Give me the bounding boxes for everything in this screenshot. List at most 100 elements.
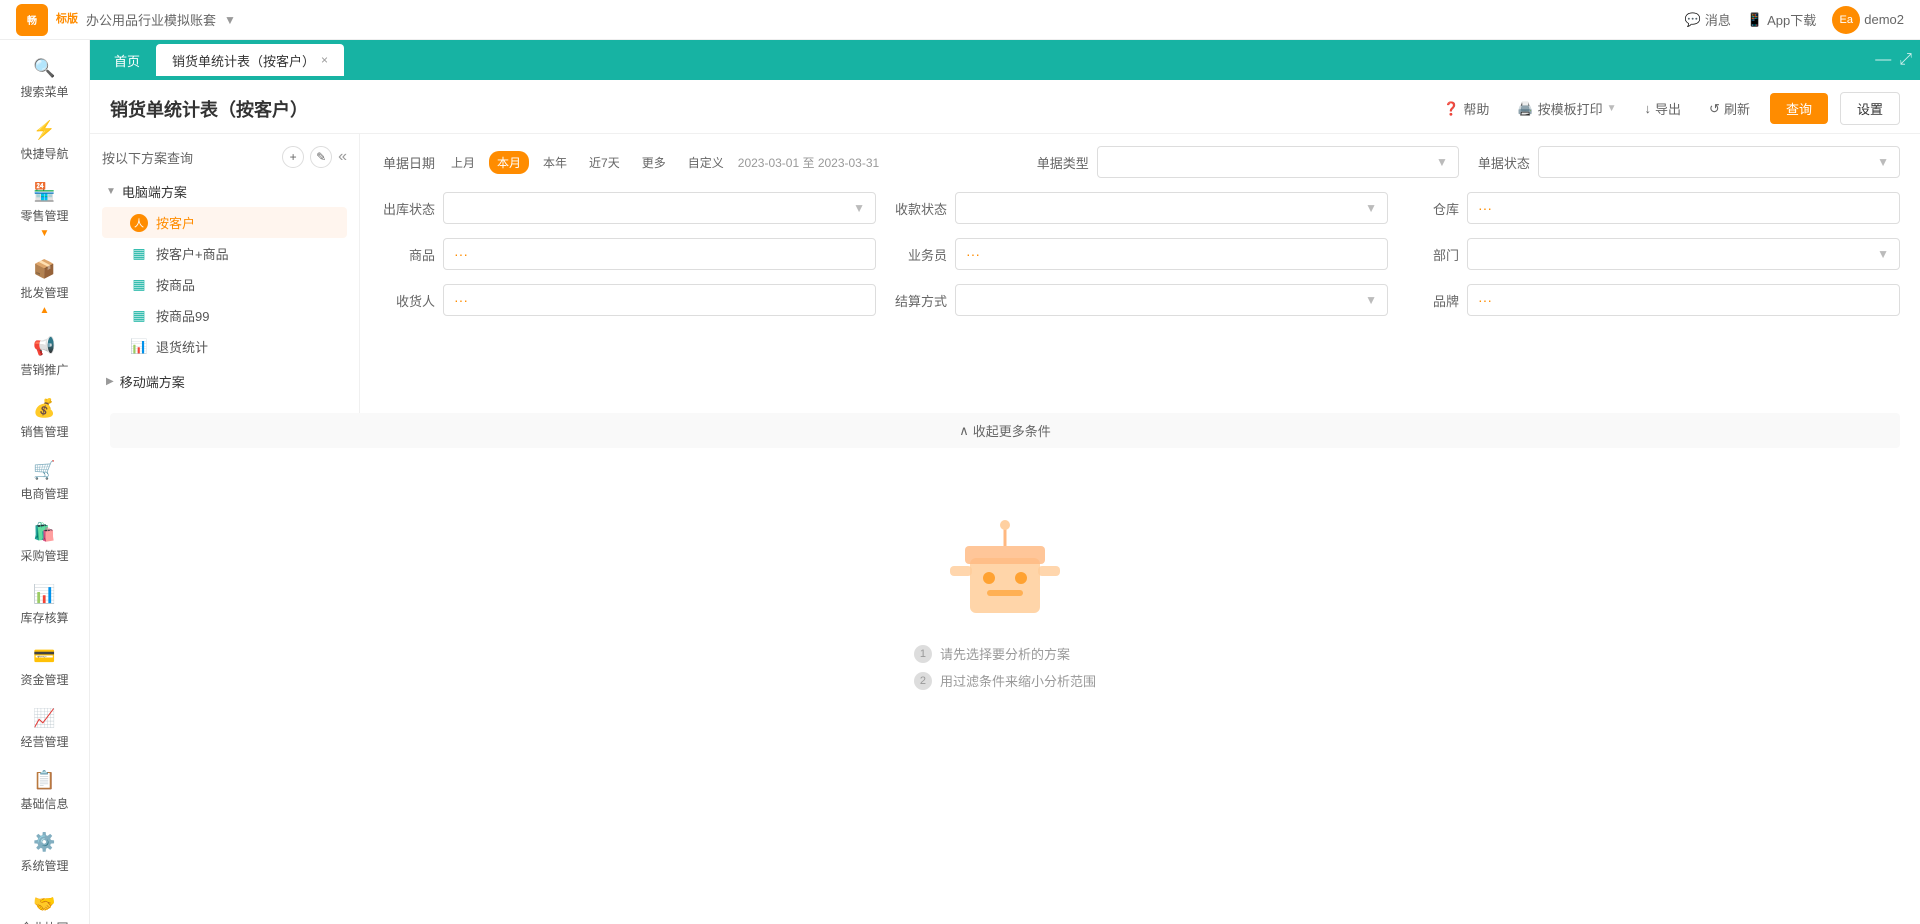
empty-state: 1 请先选择要分析的方案 2 用过滤条件来缩小分析范围 (90, 448, 1920, 750)
filter-right-panel: 单据日期 上月 本月 本年 近7天 更多 自定义 (360, 134, 1920, 413)
department-select[interactable]: ▼ (1467, 238, 1900, 270)
wholesale-icon: 📦 (33, 259, 55, 280)
desktop-group-arrow: ▼ (106, 186, 116, 197)
marketing-icon: 📢 (33, 336, 55, 357)
refresh-icon: ↺ (1709, 101, 1720, 117)
scheme-item-by-customer[interactable]: 人 按客户 (102, 207, 347, 238)
top-bar-left: 畅 标版 办公用品行业模拟账套 ▼ (16, 4, 236, 36)
scheme-collapse-btn[interactable]: « (338, 146, 347, 168)
date-btn-this-month[interactable]: 本月 (489, 151, 529, 174)
message-icon: 💬 (1685, 12, 1701, 28)
app-download-btn[interactable]: 📱 App下载 (1747, 10, 1816, 29)
scheme-icon-customer-product: ▦ (130, 245, 148, 262)
brand-label: 品牌 (1404, 291, 1459, 310)
collab-icon: 🤝 (33, 894, 55, 915)
salesperson-label: 业务员 (892, 245, 947, 264)
filter-item-warehouse: 仓库 ··· (1404, 192, 1900, 224)
scheme-group-header-mobile[interactable]: ▶ 移动端方案 (102, 366, 347, 397)
avatar: Ea (1832, 6, 1860, 34)
brand-input[interactable]: ··· (1467, 284, 1900, 316)
scheme-icon-product99: ▦ (130, 307, 148, 324)
sidebar: 🔍 搜索菜单 ⚡ 快捷导航 🏪 零售管理 ▼ 📦 批发管理 ▲ 📢 营销推广 (0, 40, 90, 924)
date-btn-this-year[interactable]: 本年 (535, 151, 575, 174)
top-bar: 畅 标版 办公用品行业模拟账套 ▼ 💬 消息 📱 App下载 Ea demo2 (0, 0, 1920, 40)
sidebar-item-finance[interactable]: 💳 资金管理 (0, 636, 89, 698)
sidebar-item-enterprise-collab[interactable]: 🤝 企业协同 (0, 884, 89, 924)
tab-minimize-btn[interactable]: — (1875, 51, 1891, 69)
app-subtitle: 标版 (56, 13, 78, 26)
filter-area: 按以下方案查询 + ✎ « ▼ 电脑端方案 (90, 134, 1920, 413)
salesperson-input[interactable]: ··· (955, 238, 1388, 270)
inventory-icon: 📊 (33, 584, 55, 605)
sidebar-item-inventory[interactable]: 📊 库存核算 (0, 574, 89, 636)
scheme-item-by-product-99[interactable]: ▦ 按商品99 (102, 300, 347, 331)
filter-row-2: 出库状态 ▼ 收款状态 ▼ (380, 192, 1900, 224)
search-icon: 🔍 (33, 58, 55, 79)
settlement-arrow: ▼ (1365, 293, 1377, 307)
tab-home[interactable]: 首页 (98, 44, 156, 76)
doc-type-select[interactable]: ▼ (1097, 146, 1459, 178)
filter-item-doc-status: 单据状态 ▼ (1475, 146, 1900, 178)
message-btn[interactable]: 💬 消息 (1685, 10, 1731, 29)
date-label: 单据日期 (380, 153, 435, 172)
doc-status-select[interactable]: ▼ (1538, 146, 1900, 178)
refresh-btn[interactable]: ↺ 刷新 (1701, 95, 1758, 122)
scheme-panel-header: 按以下方案查询 + ✎ « (102, 146, 347, 168)
scheme-item-by-customer-product[interactable]: ▦ 按客户+商品 (102, 238, 347, 269)
collapse-more-btn[interactable]: ∧ 收起更多条件 (110, 413, 1900, 448)
query-btn[interactable]: 查询 (1770, 93, 1828, 124)
filter-item-date: 单据日期 上月 本月 本年 近7天 更多 自定义 (380, 151, 1018, 174)
filter-row-4: 收货人 ··· 结算方式 ▼ (380, 284, 1900, 316)
scheme-group-header-desktop[interactable]: ▼ 电脑端方案 (102, 176, 347, 207)
tab-bar-controls: — ⤢ (1875, 51, 1912, 69)
date-btn-7days[interactable]: 近7天 (581, 151, 628, 174)
sidebar-item-sales[interactable]: 💰 销售管理 (0, 388, 89, 450)
doc-status-label: 单据状态 (1475, 153, 1530, 172)
scheme-edit-btn[interactable]: ✎ (310, 146, 332, 168)
out-status-select[interactable]: ▼ (443, 192, 876, 224)
sidebar-item-search-menu[interactable]: 🔍 搜索菜单 (0, 48, 89, 110)
department-label: 部门 (1404, 245, 1459, 264)
settlement-label: 结算方式 (892, 291, 947, 310)
tip-num-2: 2 (914, 672, 932, 690)
recipient-input[interactable]: ··· (443, 284, 876, 316)
ops-icon: 📈 (33, 708, 55, 729)
sidebar-item-quick-nav[interactable]: ⚡ 快捷导航 (0, 110, 89, 172)
out-status-label: 出库状态 (380, 199, 435, 218)
sidebar-item-system[interactable]: ⚙️ 系统管理 (0, 822, 89, 884)
sidebar-item-wholesale[interactable]: 📦 批发管理 ▲ (0, 249, 89, 326)
filter-item-department: 部门 ▼ (1404, 238, 1900, 270)
sidebar-item-marketing[interactable]: 📢 营销推广 (0, 326, 89, 388)
doc-type-label: 单据类型 (1034, 153, 1089, 172)
sidebar-item-basic[interactable]: 📋 基础信息 (0, 760, 89, 822)
print-btn[interactable]: 🖨️ 按模板打印 ▼ (1509, 95, 1624, 122)
sidebar-item-ecommerce[interactable]: 🛒 电商管理 (0, 450, 89, 512)
warehouse-input[interactable]: ··· (1467, 192, 1900, 224)
date-btn-more[interactable]: 更多 (634, 151, 674, 174)
top-dropdown-arrow[interactable]: ▼ (224, 13, 236, 27)
empty-illustration (945, 508, 1065, 628)
page-content: 销货单统计表（按客户） ❓ 帮助 🖨️ 按模板打印 ▼ ↓ (90, 80, 1920, 924)
date-btn-last-month[interactable]: 上月 (443, 151, 483, 174)
sidebar-item-retail[interactable]: 🏪 零售管理 ▼ (0, 172, 89, 249)
purchase-icon: 🛍️ (33, 522, 55, 543)
help-btn[interactable]: ❓ 帮助 (1435, 95, 1497, 122)
settings-btn[interactable]: 设置 (1840, 92, 1900, 125)
export-btn[interactable]: ↓ 导出 (1637, 95, 1690, 122)
settlement-select[interactable]: ▼ (955, 284, 1388, 316)
scheme-item-by-product[interactable]: ▦ 按商品 (102, 269, 347, 300)
scheme-item-return-stats[interactable]: 📊 退货统计 (102, 331, 347, 362)
user-menu[interactable]: Ea demo2 (1832, 6, 1904, 34)
tab-active[interactable]: 销货单统计表（按客户） × (156, 44, 344, 76)
sidebar-item-ops[interactable]: 📈 经营管理 (0, 698, 89, 760)
scheme-add-btn[interactable]: + (282, 146, 304, 168)
basic-icon: 📋 (33, 770, 55, 791)
tab-maximize-btn[interactable]: ⤢ (1899, 51, 1912, 69)
payment-status-select[interactable]: ▼ (955, 192, 1388, 224)
sidebar-item-purchase[interactable]: 🛍️ 采购管理 (0, 512, 89, 574)
date-btn-custom[interactable]: 自定义 (680, 151, 732, 174)
tab-close-btn[interactable]: × (321, 53, 328, 67)
date-range-text: 2023-03-01 至 2023-03-31 (738, 154, 879, 171)
scheme-group-mobile: ▶ 移动端方案 (102, 366, 347, 397)
product-input[interactable]: ··· (443, 238, 876, 270)
